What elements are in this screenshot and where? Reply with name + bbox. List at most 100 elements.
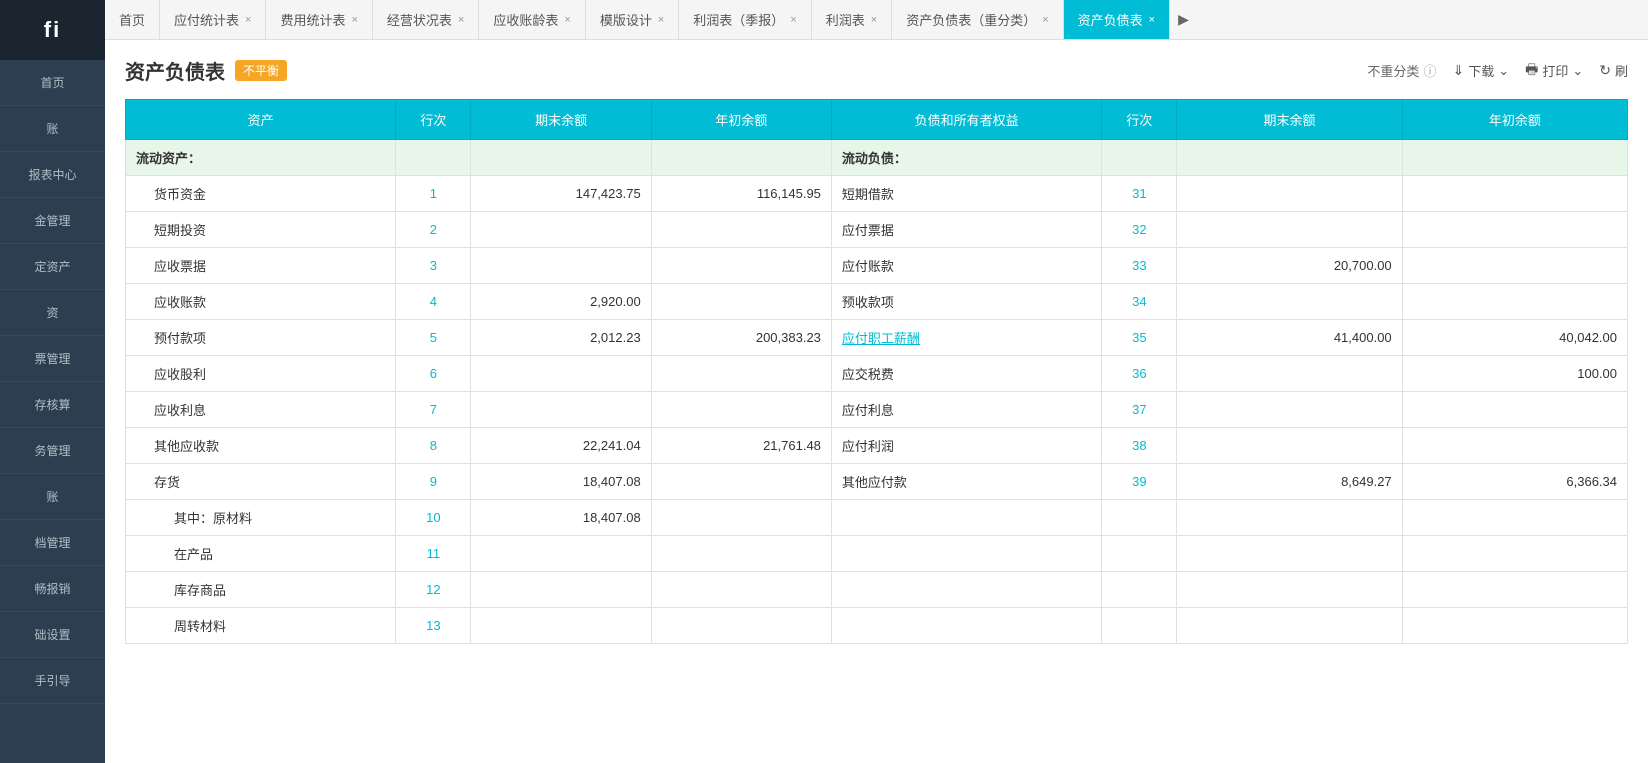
- liability-name[interactable]: 应交税费: [831, 356, 1101, 392]
- close-icon[interactable]: ×: [1042, 14, 1048, 26]
- begin-balance[interactable]: [651, 536, 831, 572]
- end-balance-right[interactable]: [1177, 536, 1402, 572]
- tab-balance-sheet[interactable]: 资产负债表 ×: [1064, 0, 1170, 40]
- close-icon[interactable]: ×: [1149, 14, 1155, 26]
- end-balance-right[interactable]: [1177, 392, 1402, 428]
- begin-balance[interactable]: [651, 212, 831, 248]
- tab-balance-reclassified[interactable]: 资产负债表（重分类） ×: [892, 0, 1063, 40]
- end-balance[interactable]: [471, 536, 651, 572]
- sidebar-item-account[interactable]: 账: [0, 106, 105, 152]
- begin-balance-right[interactable]: 40,042.00: [1402, 320, 1627, 356]
- sidebar-item-tax[interactable]: 务管理: [0, 428, 105, 474]
- close-icon[interactable]: ×: [351, 14, 357, 26]
- end-balance[interactable]: 2,920.00: [471, 284, 651, 320]
- asset-name[interactable]: 存货: [126, 464, 396, 500]
- asset-name[interactable]: 应收账款: [126, 284, 396, 320]
- liability-name[interactable]: 短期借款: [831, 176, 1101, 212]
- close-icon[interactable]: ×: [790, 14, 796, 26]
- end-balance-right[interactable]: 20,700.00: [1177, 248, 1402, 284]
- begin-balance-right[interactable]: [1402, 392, 1627, 428]
- help-icon[interactable]: ⓘ: [1423, 61, 1436, 80]
- begin-balance-right[interactable]: 6,366.34: [1402, 464, 1627, 500]
- end-balance-right[interactable]: [1177, 356, 1402, 392]
- tab-profit-quarterly[interactable]: 利润表（季报） ×: [679, 0, 811, 40]
- asset-name[interactable]: 预付款项: [126, 320, 396, 356]
- end-balance-right[interactable]: [1177, 428, 1402, 464]
- begin-balance[interactable]: [651, 392, 831, 428]
- liability-name[interactable]: 应付利息: [831, 392, 1101, 428]
- print-button[interactable]: 🖶 打印 ⌄: [1525, 59, 1583, 83]
- close-icon[interactable]: ×: [458, 14, 464, 26]
- refresh-button[interactable]: ↻ 刷: [1599, 61, 1628, 80]
- liability-name[interactable]: 应付票据: [831, 212, 1101, 248]
- tab-expense-stats[interactable]: 费用统计表 ×: [266, 0, 372, 40]
- begin-balance[interactable]: 200,383.23: [651, 320, 831, 356]
- end-balance[interactable]: [471, 356, 651, 392]
- close-icon[interactable]: ×: [871, 14, 877, 26]
- asset-name[interactable]: 短期投资: [126, 212, 396, 248]
- asset-name[interactable]: 应收票据: [126, 248, 396, 284]
- begin-balance-right[interactable]: [1402, 608, 1627, 644]
- tab-business-status[interactable]: 经营状况表 ×: [373, 0, 479, 40]
- tab-scroll-arrow[interactable]: ▶: [1170, 0, 1197, 40]
- sidebar-item-tickets[interactable]: 票管理: [0, 336, 105, 382]
- sidebar-item-guide[interactable]: 手引导: [0, 658, 105, 704]
- end-balance-right[interactable]: [1177, 572, 1402, 608]
- end-balance-right[interactable]: [1177, 500, 1402, 536]
- end-balance[interactable]: [471, 212, 651, 248]
- begin-balance-right[interactable]: [1402, 572, 1627, 608]
- tab-profit[interactable]: 利润表 ×: [812, 0, 892, 40]
- end-balance[interactable]: 22,241.04: [471, 428, 651, 464]
- close-icon[interactable]: ×: [564, 14, 570, 26]
- end-balance[interactable]: [471, 248, 651, 284]
- end-balance-right[interactable]: [1177, 212, 1402, 248]
- close-icon[interactable]: ×: [658, 14, 664, 26]
- asset-name[interactable]: 货币资金: [126, 176, 396, 212]
- sidebar-item-settings[interactable]: 础设置: [0, 612, 105, 658]
- begin-balance[interactable]: [651, 608, 831, 644]
- begin-balance-right[interactable]: [1402, 428, 1627, 464]
- begin-balance[interactable]: [651, 284, 831, 320]
- download-button[interactable]: ⇓ 下载 ⌄: [1452, 61, 1509, 80]
- begin-balance-right[interactable]: [1402, 212, 1627, 248]
- begin-balance[interactable]: [651, 500, 831, 536]
- end-balance[interactable]: [471, 572, 651, 608]
- sidebar-item-inventory[interactable]: 存核算: [0, 382, 105, 428]
- sidebar-item-archive[interactable]: 档管理: [0, 520, 105, 566]
- asset-name[interactable]: 应收利息: [126, 392, 396, 428]
- end-balance[interactable]: 147,423.75: [471, 176, 651, 212]
- sidebar-item-expense[interactable]: 畅报销: [0, 566, 105, 612]
- end-balance-right[interactable]: [1177, 608, 1402, 644]
- liability-name[interactable]: 应付利润: [831, 428, 1101, 464]
- sidebar-item-ledger[interactable]: 账: [0, 474, 105, 520]
- sidebar-item-home[interactable]: 首页: [0, 60, 105, 106]
- begin-balance[interactable]: [651, 572, 831, 608]
- end-balance[interactable]: 2,012.23: [471, 320, 651, 356]
- end-balance-right[interactable]: 41,400.00: [1177, 320, 1402, 356]
- sidebar-item-reports[interactable]: 报表中心: [0, 152, 105, 198]
- liability-name[interactable]: 其他应付款: [831, 464, 1101, 500]
- end-balance[interactable]: 18,407.08: [471, 500, 651, 536]
- end-balance[interactable]: [471, 608, 651, 644]
- begin-balance-right[interactable]: [1402, 248, 1627, 284]
- begin-balance[interactable]: 21,761.48: [651, 428, 831, 464]
- asset-name[interactable]: 应收股利: [126, 356, 396, 392]
- asset-name[interactable]: 周转材料: [126, 608, 396, 644]
- tab-payable-stats[interactable]: 应付统计表 ×: [160, 0, 266, 40]
- begin-balance[interactable]: [651, 356, 831, 392]
- begin-balance-right[interactable]: [1402, 500, 1627, 536]
- tab-receivable-aging[interactable]: 应收账龄表 ×: [479, 0, 585, 40]
- tab-template-design[interactable]: 模版设计 ×: [586, 0, 679, 40]
- liability-name[interactable]: 预收款项: [831, 284, 1101, 320]
- end-balance-right[interactable]: [1177, 284, 1402, 320]
- asset-name[interactable]: 其他应收款: [126, 428, 396, 464]
- asset-name[interactable]: 其中：原材料: [126, 500, 396, 536]
- no-reclassify-option[interactable]: 不重分类 ⓘ: [1367, 61, 1436, 80]
- sidebar-item-finance[interactable]: 金管理: [0, 198, 105, 244]
- begin-balance[interactable]: 116,145.95: [651, 176, 831, 212]
- end-balance[interactable]: 18,407.08: [471, 464, 651, 500]
- end-balance-right[interactable]: [1177, 176, 1402, 212]
- begin-balance-right[interactable]: [1402, 176, 1627, 212]
- asset-name[interactable]: 在产品: [126, 536, 396, 572]
- begin-balance-right[interactable]: [1402, 284, 1627, 320]
